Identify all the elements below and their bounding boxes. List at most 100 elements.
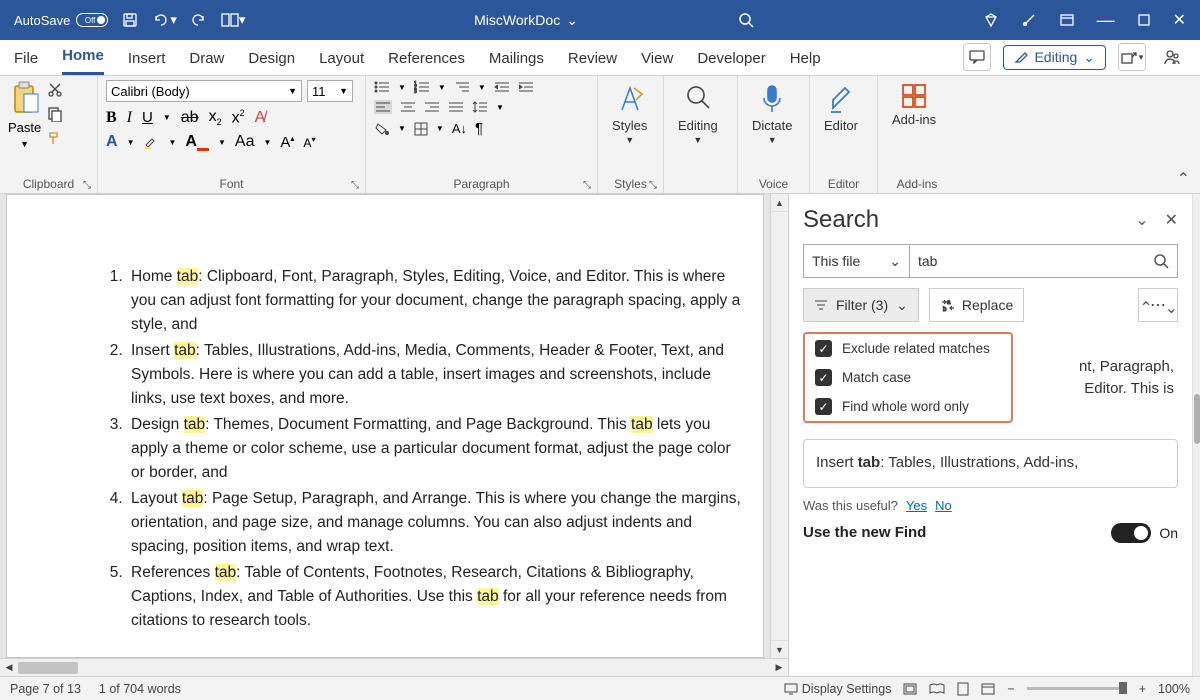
- tab-insert[interactable]: Insert: [128, 44, 166, 75]
- maximize-icon[interactable]: [1137, 13, 1151, 27]
- underline-button[interactable]: U: [142, 109, 153, 126]
- multilevel-list-icon[interactable]: [454, 80, 470, 94]
- superscript-button[interactable]: x2: [232, 108, 245, 127]
- tab-references[interactable]: References: [388, 44, 465, 75]
- dialog-launcher-icon[interactable]: ⤡: [83, 180, 91, 191]
- vertical-scrollbar[interactable]: ▲▼: [770, 194, 788, 658]
- change-case-icon[interactable]: Aa: [235, 133, 255, 151]
- show-marks-icon[interactable]: ¶: [475, 120, 483, 137]
- replace-button[interactable]: abReplace: [929, 288, 1024, 322]
- tab-help[interactable]: Help: [790, 44, 821, 75]
- tab-view[interactable]: View: [641, 44, 673, 75]
- brush-icon[interactable]: [1021, 12, 1037, 28]
- subscript-button[interactable]: x2: [209, 108, 222, 127]
- next-result-icon[interactable]: ⌄: [1165, 298, 1178, 318]
- close-pane-icon[interactable]: ✕: [1165, 210, 1178, 230]
- decrease-indent-icon[interactable]: [494, 80, 510, 94]
- bold-button[interactable]: B: [106, 109, 117, 127]
- new-find-toggle[interactable]: [1111, 523, 1151, 543]
- strikethrough-button[interactable]: ab: [181, 109, 199, 127]
- align-left-icon[interactable]: [374, 100, 392, 114]
- reading-view-icon[interactable]: ▾: [221, 12, 246, 28]
- tab-review[interactable]: Review: [568, 44, 617, 75]
- search-result-item[interactable]: Insert tab: Tables, Illustrations, Add-i…: [803, 439, 1178, 488]
- match-case-checkbox[interactable]: ✓Match case: [815, 369, 1001, 386]
- comments-button[interactable]: [963, 43, 991, 71]
- editing-mode-button[interactable]: Editing⌄: [1003, 45, 1106, 70]
- dialog-launcher-icon[interactable]: ⤡: [583, 180, 591, 191]
- font-size-select[interactable]: 11▼: [307, 80, 353, 102]
- document-canvas[interactable]: Home tab: Clipboard, Font, Paragraph, St…: [0, 194, 770, 658]
- feedback-no[interactable]: No: [935, 498, 952, 513]
- display-settings[interactable]: Display Settings: [784, 682, 892, 696]
- focus-view-icon[interactable]: [903, 683, 917, 695]
- horizontal-scrollbar[interactable]: ◀▶: [0, 658, 788, 676]
- minimize-icon[interactable]: —: [1097, 10, 1115, 31]
- dictate-button[interactable]: Dictate▼: [746, 80, 798, 147]
- font-name-select[interactable]: Calibri (Body)▼: [106, 80, 302, 102]
- bullets-icon[interactable]: [374, 80, 390, 94]
- styles-button[interactable]: Styles▼: [606, 80, 653, 147]
- tab-draw[interactable]: Draw: [189, 44, 224, 75]
- whole-word-checkbox[interactable]: ✓Find whole word only: [815, 398, 1001, 415]
- print-layout-icon[interactable]: [957, 682, 969, 696]
- clear-formatting-icon[interactable]: A̸: [255, 109, 266, 127]
- line-spacing-icon[interactable]: [472, 100, 488, 114]
- filter-button[interactable]: Filter (3)⌄: [803, 288, 919, 322]
- align-right-icon[interactable]: [424, 101, 440, 113]
- cut-icon[interactable]: [47, 82, 63, 98]
- numbering-icon[interactable]: 123: [414, 80, 430, 94]
- shading-icon[interactable]: [374, 122, 390, 136]
- diamond-icon[interactable]: [983, 12, 999, 28]
- paste-icon[interactable]: [10, 80, 40, 116]
- addins-button[interactable]: Add-ins: [886, 80, 942, 129]
- document-title[interactable]: MiscWorkDoc⌄: [474, 12, 578, 29]
- sort-icon[interactable]: A↓: [452, 121, 467, 136]
- format-painter-icon[interactable]: [47, 130, 63, 146]
- read-view-icon[interactable]: [929, 683, 945, 695]
- increase-indent-icon[interactable]: [518, 80, 534, 94]
- italic-button[interactable]: I: [127, 109, 132, 127]
- search-input[interactable]: tab: [910, 245, 1177, 277]
- tab-mailings[interactable]: Mailings: [489, 44, 544, 75]
- search-scope-select[interactable]: This file⌄: [804, 245, 910, 277]
- tab-design[interactable]: Design: [248, 44, 295, 75]
- share-button[interactable]: ▾: [1118, 43, 1146, 71]
- account-icon[interactable]: [1158, 43, 1186, 71]
- zoom-slider[interactable]: [1027, 687, 1127, 690]
- borders-icon[interactable]: [414, 122, 428, 136]
- zoom-in-icon[interactable]: +: [1139, 682, 1146, 696]
- editing-dropdown[interactable]: Editing▼: [672, 80, 724, 147]
- web-layout-icon[interactable]: [981, 683, 995, 695]
- copy-icon[interactable]: [47, 106, 63, 122]
- tab-home[interactable]: Home: [62, 41, 104, 75]
- exclude-related-checkbox[interactable]: ✓Exclude related matches: [815, 340, 1001, 357]
- close-icon[interactable]: ✕: [1173, 10, 1186, 30]
- align-center-icon[interactable]: [400, 101, 416, 113]
- prev-result-icon[interactable]: ⌃: [1139, 298, 1152, 318]
- text-effects-icon[interactable]: A: [106, 133, 118, 151]
- highlight-icon[interactable]: [143, 134, 159, 150]
- page-indicator[interactable]: Page 7 of 13: [10, 682, 81, 696]
- app-window-icon[interactable]: [1059, 12, 1075, 28]
- shrink-font-icon[interactable]: A▾: [303, 135, 315, 150]
- zoom-out-icon[interactable]: −: [1007, 682, 1014, 696]
- redo-icon[interactable]: [191, 12, 207, 28]
- justify-icon[interactable]: [448, 101, 464, 113]
- chevron-down-icon[interactable]: ⌄: [1135, 210, 1148, 230]
- tab-layout[interactable]: Layout: [319, 44, 364, 75]
- pane-scrollbar[interactable]: [1192, 194, 1200, 676]
- save-icon[interactable]: [122, 12, 138, 28]
- feedback-yes[interactable]: Yes: [906, 498, 927, 513]
- tab-developer[interactable]: Developer: [697, 44, 765, 75]
- zoom-level[interactable]: 100%: [1158, 682, 1190, 696]
- undo-icon[interactable]: ▾: [152, 12, 177, 28]
- word-count[interactable]: 1 of 704 words: [99, 682, 181, 696]
- search-icon[interactable]: [738, 12, 754, 28]
- collapse-ribbon-icon[interactable]: ⌃: [1177, 169, 1190, 189]
- font-color-icon[interactable]: A: [185, 133, 209, 151]
- grow-font-icon[interactable]: A▴: [280, 134, 294, 151]
- editor-button[interactable]: Editor: [818, 80, 864, 135]
- dialog-launcher-icon[interactable]: ⤡: [351, 180, 359, 191]
- tab-file[interactable]: File: [14, 44, 38, 75]
